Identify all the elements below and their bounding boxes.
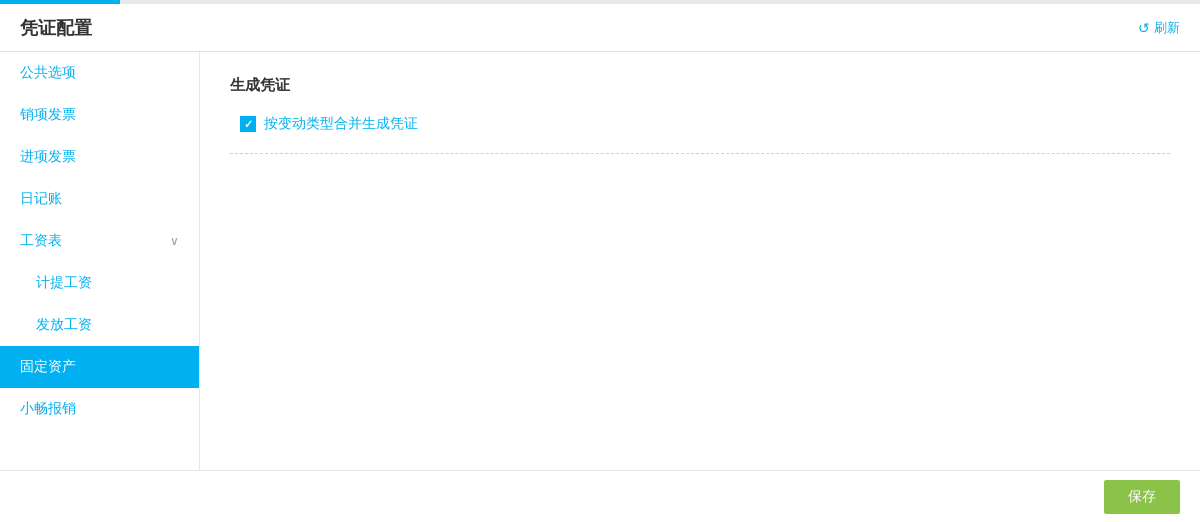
chevron-down-icon: ∨ xyxy=(170,234,179,248)
check-icon: ✓ xyxy=(244,118,253,131)
refresh-button[interactable]: ↺ 刷新 xyxy=(1138,19,1180,37)
sidebar-item-sales-invoice[interactable]: 销项发票 xyxy=(0,94,199,136)
sidebar-item-label: 销项发票 xyxy=(20,106,76,124)
footer: 保存 xyxy=(0,470,1200,522)
section-divider xyxy=(230,153,1170,154)
sidebar-item-expense-reimbursement[interactable]: 小畅报销 xyxy=(0,388,199,430)
checkbox-label: 按变动类型合并生成凭证 xyxy=(264,115,418,133)
content-area: 生成凭证 ✓ 按变动类型合并生成凭证 xyxy=(200,52,1200,470)
sidebar-item-distribute-payroll[interactable]: 发放工资 xyxy=(0,304,199,346)
sidebar-item-label: 工资表 xyxy=(20,232,62,250)
header: 凭证配置 ↺ 刷新 xyxy=(0,4,1200,52)
save-button[interactable]: 保存 xyxy=(1104,480,1180,514)
option-row: ✓ 按变动类型合并生成凭证 xyxy=(230,115,1170,133)
top-bar-active xyxy=(0,0,120,4)
merge-by-type-checkbox[interactable]: ✓ 按变动类型合并生成凭证 xyxy=(240,115,418,133)
main-content: 公共选项 销项发票 进项发票 日记账 工资表 ∨ 计提工资 发放工资 xyxy=(0,52,1200,470)
sidebar-item-label: 进项发票 xyxy=(20,148,76,166)
refresh-icon: ↺ xyxy=(1138,20,1150,36)
sidebar-item-fixed-assets[interactable]: 固定资产 xyxy=(0,346,199,388)
page-container: 凭证配置 ↺ 刷新 公共选项 销项发票 进项发票 日记账 工资表 ∨ xyxy=(0,0,1200,522)
sidebar-item-label: 计提工资 xyxy=(36,274,92,292)
sidebar-item-label: 小畅报销 xyxy=(20,400,76,418)
top-bar xyxy=(0,0,1200,4)
sidebar: 公共选项 销项发票 进项发票 日记账 工资表 ∨ 计提工资 发放工资 xyxy=(0,52,200,470)
sidebar-item-journal[interactable]: 日记账 xyxy=(0,178,199,220)
checkbox-box: ✓ xyxy=(240,116,256,132)
sidebar-item-label: 日记账 xyxy=(20,190,62,208)
sidebar-item-commission-payroll[interactable]: 计提工资 xyxy=(0,262,199,304)
sidebar-item-label: 固定资产 xyxy=(20,358,76,376)
sidebar-item-public-options[interactable]: 公共选项 xyxy=(0,52,199,94)
section-title: 生成凭证 xyxy=(230,76,1170,95)
sidebar-item-payroll-table[interactable]: 工资表 ∨ xyxy=(0,220,199,262)
sidebar-item-purchase-invoice[interactable]: 进项发票 xyxy=(0,136,199,178)
sidebar-item-label: 发放工资 xyxy=(36,316,92,334)
sidebar-item-label: 公共选项 xyxy=(20,64,76,82)
page-title: 凭证配置 xyxy=(20,16,92,40)
refresh-label: 刷新 xyxy=(1154,19,1180,37)
